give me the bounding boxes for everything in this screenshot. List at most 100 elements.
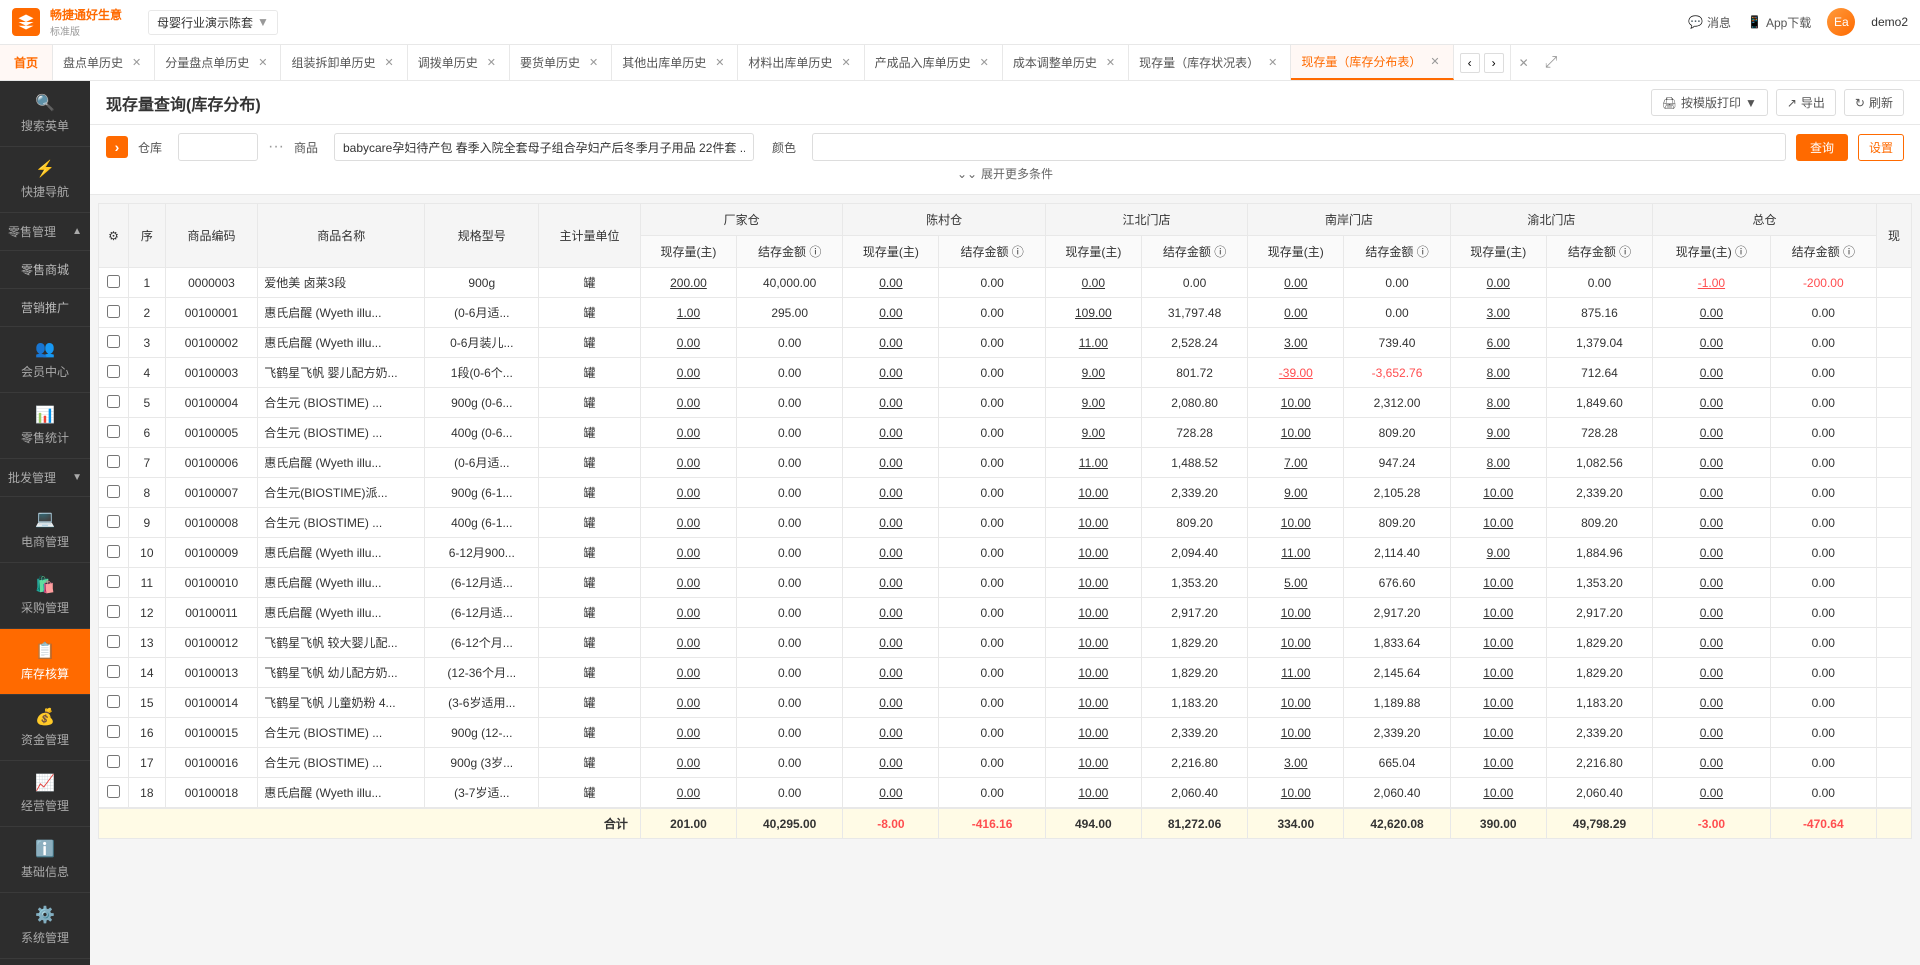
tab-prev-btn[interactable]: ‹ — [1460, 53, 1480, 73]
filter-expand-btn[interactable]: › — [106, 136, 128, 158]
cell-checkbox[interactable] — [99, 388, 129, 418]
tab-chengpin[interactable]: 产成品入库单历史 ✕ — [865, 45, 1003, 80]
cell-yuebei-stock[interactable]: 0.00 — [1450, 268, 1546, 298]
cell-checkbox[interactable] — [99, 688, 129, 718]
cell-factory-stock[interactable]: 0.00 — [640, 658, 736, 688]
cell-factory-stock[interactable]: 0.00 — [640, 508, 736, 538]
cell-yuebei-stock[interactable]: 9.00 — [1450, 538, 1546, 568]
cell-checkbox[interactable] — [99, 418, 129, 448]
cell-nanan-stock[interactable]: 10.00 — [1248, 508, 1344, 538]
sidebar-item-ecommerce[interactable]: 💻 电商管理 — [0, 497, 90, 563]
cell-factory-stock[interactable]: 0.00 — [640, 778, 736, 809]
cell-nanan-stock[interactable]: 10.00 — [1248, 718, 1344, 748]
cell-jiangbei-stock[interactable]: 10.00 — [1045, 748, 1141, 778]
cell-factory-stock[interactable]: 0.00 — [640, 628, 736, 658]
tab-close-all-btn[interactable]: ✕ — [1511, 45, 1537, 80]
cell-total-stock[interactable]: 0.00 — [1653, 598, 1770, 628]
cell-factory-stock[interactable]: 0.00 — [640, 358, 736, 388]
cell-checkbox[interactable] — [99, 658, 129, 688]
cell-factory-stock[interactable]: 0.00 — [640, 598, 736, 628]
cell-total-stock[interactable]: 0.00 — [1653, 748, 1770, 778]
cell-yuebei-stock[interactable]: 6.00 — [1450, 328, 1546, 358]
cell-jiangbei-stock[interactable]: 10.00 — [1045, 568, 1141, 598]
message-btn[interactable]: 💬 消息 — [1688, 14, 1731, 31]
tab-dist[interactable]: 现存量（库存分布表） ✕ — [1291, 45, 1453, 80]
cell-nanan-stock[interactable]: 0.00 — [1248, 298, 1344, 328]
tab-zuchai[interactable]: 组装拆卸单历史 ✕ — [281, 45, 407, 80]
cell-chenbu-stock[interactable]: 0.00 — [843, 418, 939, 448]
sidebar-item-shop[interactable]: 零售商城 — [0, 251, 90, 289]
tab-yaohuo[interactable]: 要货单历史 ✕ — [510, 45, 612, 80]
print-btn[interactable]: 🖨 按模版打印 ▼ — [1651, 89, 1768, 116]
cell-jiangbei-stock[interactable]: 10.00 — [1045, 538, 1141, 568]
cell-nanan-stock[interactable]: 10.00 — [1248, 418, 1344, 448]
tab-diaob-close[interactable]: ✕ — [484, 55, 499, 70]
settings-btn[interactable]: 设置 — [1858, 134, 1904, 161]
cell-jiangbei-stock[interactable]: 10.00 — [1045, 508, 1141, 538]
cell-checkbox[interactable] — [99, 538, 129, 568]
sidebar-item-retailstat[interactable]: 📊 零售统计 — [0, 393, 90, 459]
cell-yuebei-stock[interactable]: 10.00 — [1450, 598, 1546, 628]
cell-chenbu-stock[interactable]: 0.00 — [843, 538, 939, 568]
tab-fenpandian-close[interactable]: ✕ — [255, 55, 270, 70]
cell-yuebei-stock[interactable]: 10.00 — [1450, 508, 1546, 538]
cell-nanan-stock[interactable]: 10.00 — [1248, 598, 1344, 628]
color-input[interactable] — [812, 133, 1786, 161]
sidebar-item-operation[interactable]: 📈 经营管理 — [0, 761, 90, 827]
cell-nanan-stock[interactable]: 11.00 — [1248, 538, 1344, 568]
cell-factory-stock[interactable]: 200.00 — [640, 268, 736, 298]
cell-checkbox[interactable] — [99, 298, 129, 328]
cell-checkbox[interactable] — [99, 748, 129, 778]
cell-chenbu-stock[interactable]: 0.00 — [843, 268, 939, 298]
cell-checkbox[interactable] — [99, 718, 129, 748]
cell-jiangbei-stock[interactable]: 9.00 — [1045, 388, 1141, 418]
cell-nanan-stock[interactable]: 10.00 — [1248, 688, 1344, 718]
user-avatar[interactable]: Ea — [1827, 8, 1855, 36]
cell-jiangbei-stock[interactable]: 11.00 — [1045, 328, 1141, 358]
th-settings[interactable]: ⚙ — [99, 204, 129, 268]
cell-chenbu-stock[interactable]: 0.00 — [843, 718, 939, 748]
cell-total-stock[interactable]: 0.00 — [1653, 658, 1770, 688]
cell-yuebei-stock[interactable]: 10.00 — [1450, 718, 1546, 748]
cell-factory-stock[interactable]: 0.00 — [640, 328, 736, 358]
cell-total-stock[interactable]: 0.00 — [1653, 778, 1770, 809]
tab-qita[interactable]: 其他出库单历史 ✕ — [612, 45, 738, 80]
cell-yuebei-stock[interactable]: 10.00 — [1450, 778, 1546, 809]
cell-yuebei-stock[interactable]: 8.00 — [1450, 388, 1546, 418]
tab-chengben-close[interactable]: ✕ — [1103, 55, 1118, 70]
cell-total-stock[interactable]: 0.00 — [1653, 538, 1770, 568]
cell-nanan-stock[interactable]: 3.00 — [1248, 328, 1344, 358]
cell-yuebei-stock[interactable]: 10.00 — [1450, 568, 1546, 598]
tab-qita-close[interactable]: ✕ — [712, 55, 727, 70]
cell-total-stock[interactable]: 0.00 — [1653, 388, 1770, 418]
tab-next-btn[interactable]: › — [1484, 53, 1504, 73]
cell-factory-stock[interactable]: 0.00 — [640, 688, 736, 718]
app-download-btn[interactable]: 📱 App下载 — [1747, 14, 1811, 31]
cell-nanan-stock[interactable]: -39.00 — [1248, 358, 1344, 388]
cell-nanan-stock[interactable]: 10.00 — [1248, 628, 1344, 658]
cell-factory-stock[interactable]: 0.00 — [640, 748, 736, 778]
query-btn[interactable]: 查询 — [1796, 134, 1848, 161]
sidebar-item-wholesale[interactable]: 批发管理 ▼ — [0, 459, 90, 497]
cell-total-stock[interactable]: 0.00 — [1653, 478, 1770, 508]
cell-jiangbei-stock[interactable]: 11.00 — [1045, 448, 1141, 478]
cell-factory-stock[interactable]: 0.00 — [640, 538, 736, 568]
cell-checkbox[interactable] — [99, 358, 129, 388]
cell-factory-stock[interactable]: 1.00 — [640, 298, 736, 328]
cell-total-stock[interactable]: 0.00 — [1653, 358, 1770, 388]
tab-diaob[interactable]: 调拨单历史 ✕ — [408, 45, 510, 80]
cell-chenbu-stock[interactable]: 0.00 — [843, 778, 939, 809]
cell-factory-stock[interactable]: 0.00 — [640, 718, 736, 748]
cell-chenbu-stock[interactable]: 0.00 — [843, 448, 939, 478]
cell-total-stock[interactable]: -1.00 — [1653, 268, 1770, 298]
cell-jiangbei-stock[interactable]: 10.00 — [1045, 658, 1141, 688]
cell-factory-stock[interactable]: 0.00 — [640, 388, 736, 418]
warehouse-dots[interactable]: ··· — [268, 138, 284, 156]
cell-jiangbei-stock[interactable]: 0.00 — [1045, 268, 1141, 298]
sidebar-item-marketing[interactable]: 营销推广 — [0, 289, 90, 327]
cell-checkbox[interactable] — [99, 568, 129, 598]
cell-total-stock[interactable]: 0.00 — [1653, 718, 1770, 748]
cell-nanan-stock[interactable]: 10.00 — [1248, 388, 1344, 418]
product-input[interactable] — [334, 133, 754, 161]
tab-status-close[interactable]: ✕ — [1265, 55, 1280, 70]
